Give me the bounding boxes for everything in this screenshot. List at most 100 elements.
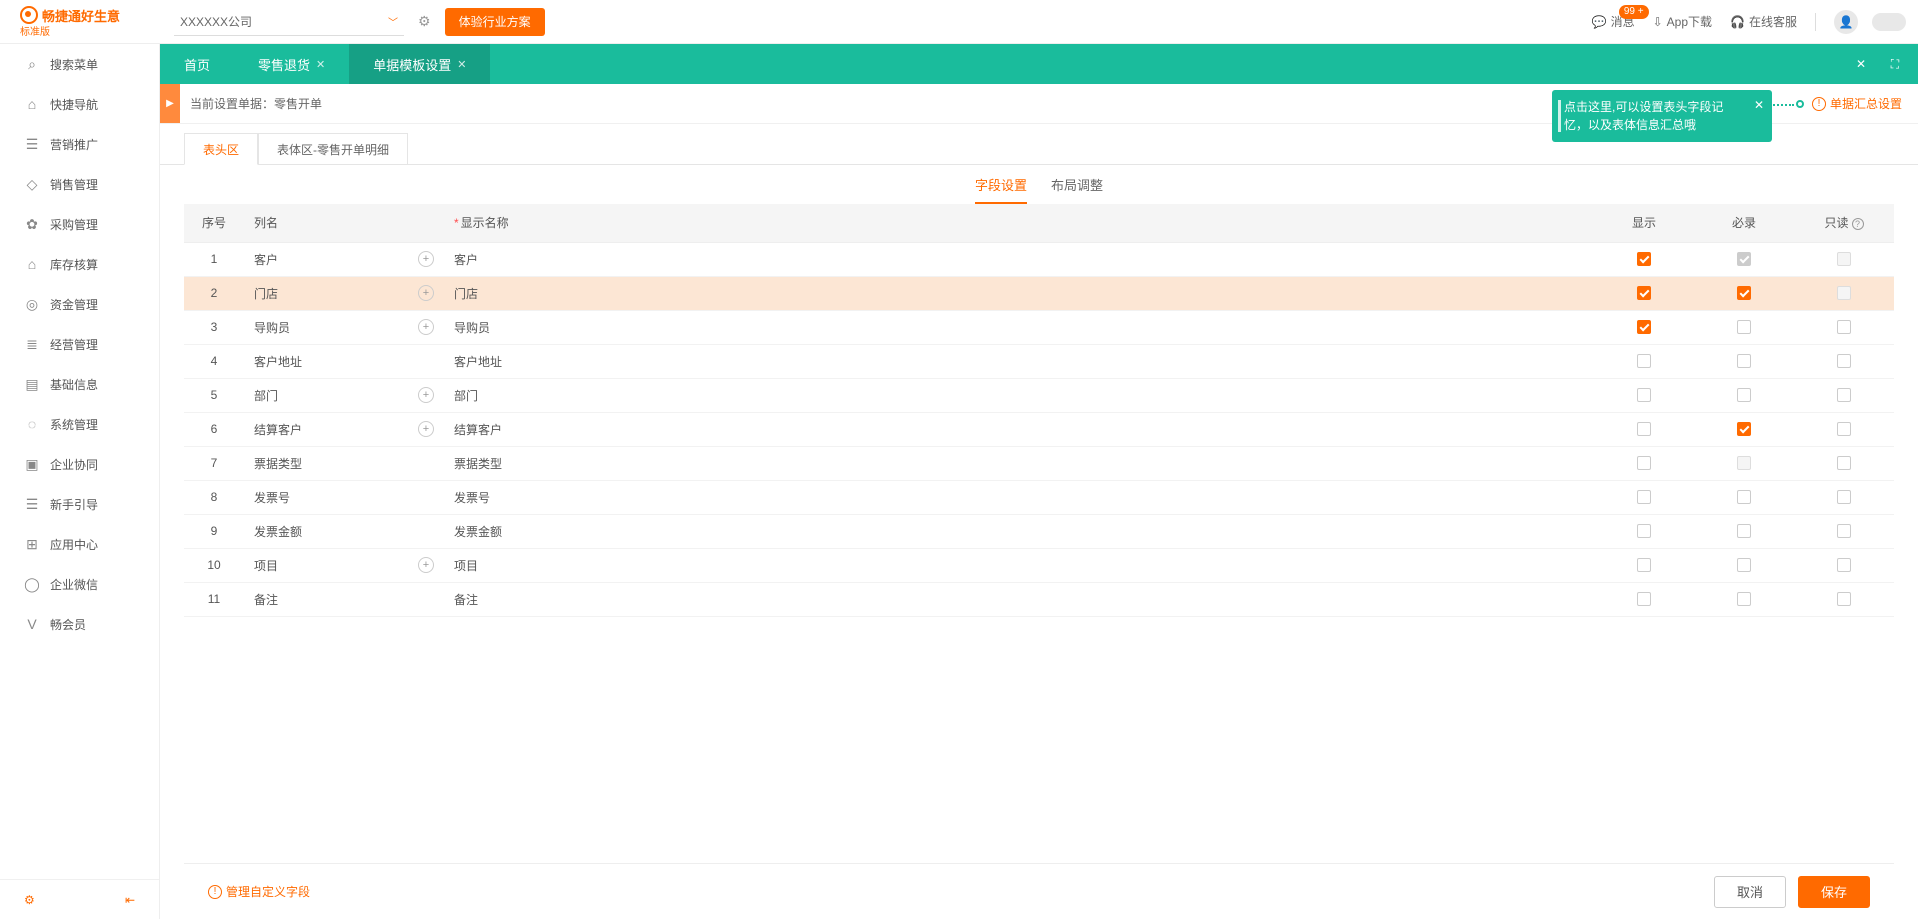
- checkbox[interactable]: [1637, 456, 1651, 470]
- company-name: XXXXXX公司: [180, 13, 252, 30]
- tab-1[interactable]: 零售退货✕: [234, 44, 349, 84]
- checkbox[interactable]: [1837, 422, 1851, 436]
- checkbox[interactable]: [1737, 490, 1751, 504]
- view-tab-1[interactable]: 布局调整: [1051, 165, 1103, 204]
- checkbox[interactable]: [1737, 558, 1751, 572]
- messages-link[interactable]: 💬 消息 99 +: [1592, 13, 1635, 30]
- checkbox[interactable]: [1837, 490, 1851, 504]
- cell-display[interactable]: 结算客户: [444, 412, 1594, 446]
- checkbox[interactable]: [1837, 388, 1851, 402]
- sidebar-item-13[interactable]: ◯企业微信: [0, 564, 159, 604]
- cell-display[interactable]: 备注: [444, 582, 1594, 616]
- checkbox[interactable]: [1837, 456, 1851, 470]
- cell-readonly: [1794, 514, 1894, 548]
- help-icon[interactable]: ?: [1852, 218, 1864, 230]
- checkbox[interactable]: [1837, 592, 1851, 606]
- checkbox[interactable]: [1837, 354, 1851, 368]
- add-icon[interactable]: +: [418, 421, 434, 437]
- checkbox[interactable]: [1637, 558, 1651, 572]
- tab-0[interactable]: 首页: [160, 44, 234, 84]
- add-icon[interactable]: +: [418, 251, 434, 267]
- checkbox[interactable]: [1737, 524, 1751, 538]
- checkbox[interactable]: [1637, 592, 1651, 606]
- sidebar-item-11[interactable]: ☰新手引导: [0, 484, 159, 524]
- sidebar-item-6[interactable]: ◎资金管理: [0, 284, 159, 324]
- checkbox[interactable]: [1637, 490, 1651, 504]
- sidebar-item-12[interactable]: ⊞应用中心: [0, 524, 159, 564]
- checkbox[interactable]: [1737, 286, 1751, 300]
- close-hint-icon[interactable]: ✕: [1754, 96, 1764, 114]
- checkbox[interactable]: [1837, 524, 1851, 538]
- close-tab-icon[interactable]: ✕: [316, 58, 325, 71]
- sidebar-item-9[interactable]: ◌系统管理: [0, 404, 159, 444]
- subtab-1[interactable]: 表体区-零售开单明细: [258, 133, 408, 165]
- subtab-0[interactable]: 表头区: [184, 133, 258, 165]
- summary-config-link[interactable]: ! 单据汇总设置: [1796, 95, 1902, 112]
- checkbox[interactable]: [1737, 388, 1751, 402]
- cell-display[interactable]: 部门: [444, 378, 1594, 412]
- sidebar-item-7[interactable]: ≣经营管理: [0, 324, 159, 364]
- try-plan-button[interactable]: 体验行业方案: [445, 8, 545, 36]
- sidebar-item-label: 企业微信: [50, 576, 98, 593]
- cell-display[interactable]: 客户地址: [444, 344, 1594, 378]
- sidebar-item-3[interactable]: ◇销售管理: [0, 164, 159, 204]
- checkbox[interactable]: [1837, 320, 1851, 334]
- cell-display[interactable]: 客户: [444, 242, 1594, 276]
- sidebar-item-0[interactable]: ⌕搜索菜单: [0, 44, 159, 84]
- cell-required: [1694, 446, 1794, 480]
- checkbox[interactable]: [1837, 558, 1851, 572]
- cell-display[interactable]: 门店: [444, 276, 1594, 310]
- online-service-link[interactable]: 🎧 在线客服: [1730, 13, 1797, 30]
- sidebar-item-14[interactable]: V畅会员: [0, 604, 159, 644]
- save-button[interactable]: 保存: [1798, 876, 1870, 908]
- add-icon[interactable]: +: [418, 387, 434, 403]
- cancel-button[interactable]: 取消: [1714, 876, 1786, 908]
- headset-icon: 🎧: [1730, 15, 1745, 29]
- sidebar-item-5[interactable]: ⌂库存核算: [0, 244, 159, 284]
- cell-display[interactable]: 票据类型: [444, 446, 1594, 480]
- checkbox[interactable]: [1737, 592, 1751, 606]
- checkbox[interactable]: [1637, 354, 1651, 368]
- cell-display[interactable]: 项目: [444, 548, 1594, 582]
- cell-readonly: [1794, 480, 1894, 514]
- cell-required: [1694, 242, 1794, 276]
- checkbox[interactable]: [1737, 354, 1751, 368]
- sidebar-item-label: 企业协同: [50, 456, 98, 473]
- checkbox[interactable]: [1637, 388, 1651, 402]
- close-all-tabs-icon[interactable]: ✕: [1846, 49, 1876, 79]
- sidebar-item-4[interactable]: ✿采购管理: [0, 204, 159, 244]
- add-icon[interactable]: +: [418, 319, 434, 335]
- cell-display[interactable]: 发票号: [444, 480, 1594, 514]
- add-icon[interactable]: +: [418, 285, 434, 301]
- breadcrumb-row: ▶ 当前设置单据：零售开单 点击这里,可以设置表头字段记忆，以及表体信息汇总哦 …: [160, 84, 1918, 124]
- close-tab-icon[interactable]: ✕: [457, 58, 466, 71]
- settings-icon[interactable]: ⚙: [418, 13, 431, 30]
- sidebar-item-1[interactable]: ⌂快捷导航: [0, 84, 159, 124]
- company-select[interactable]: XXXXXX公司 ﹀: [174, 8, 404, 36]
- sidebar-item-2[interactable]: ☰营销推广: [0, 124, 159, 164]
- checkbox[interactable]: [1637, 252, 1651, 266]
- fullscreen-icon[interactable]: ⛶: [1880, 49, 1910, 79]
- cell-show: [1594, 514, 1694, 548]
- cell-display[interactable]: 导购员: [444, 310, 1594, 344]
- view-tab-0[interactable]: 字段设置: [975, 165, 1027, 204]
- checkbox[interactable]: [1737, 422, 1751, 436]
- avatar[interactable]: 👤: [1834, 10, 1858, 34]
- app-download-link[interactable]: ⇩ App下载: [1653, 13, 1712, 30]
- checkbox[interactable]: [1637, 524, 1651, 538]
- user-pill[interactable]: [1872, 13, 1906, 31]
- add-icon[interactable]: +: [418, 557, 434, 573]
- tab-2[interactable]: 单据模板设置✕: [349, 44, 490, 84]
- expand-crumb-icon[interactable]: ▶: [160, 84, 180, 123]
- cell-required: [1694, 582, 1794, 616]
- checkbox[interactable]: [1637, 286, 1651, 300]
- manage-custom-fields-link[interactable]: ! 管理自定义字段: [208, 883, 310, 900]
- checkbox[interactable]: [1737, 320, 1751, 334]
- checkbox[interactable]: [1637, 320, 1651, 334]
- sidebar-collapse-icon[interactable]: ⇤: [125, 893, 135, 907]
- sidebar-item-8[interactable]: ▤基础信息: [0, 364, 159, 404]
- checkbox[interactable]: [1637, 422, 1651, 436]
- cell-display[interactable]: 发票金额: [444, 514, 1594, 548]
- sidebar-item-10[interactable]: ▣企业协同: [0, 444, 159, 484]
- sidebar-settings-icon[interactable]: ⚙: [24, 893, 35, 907]
